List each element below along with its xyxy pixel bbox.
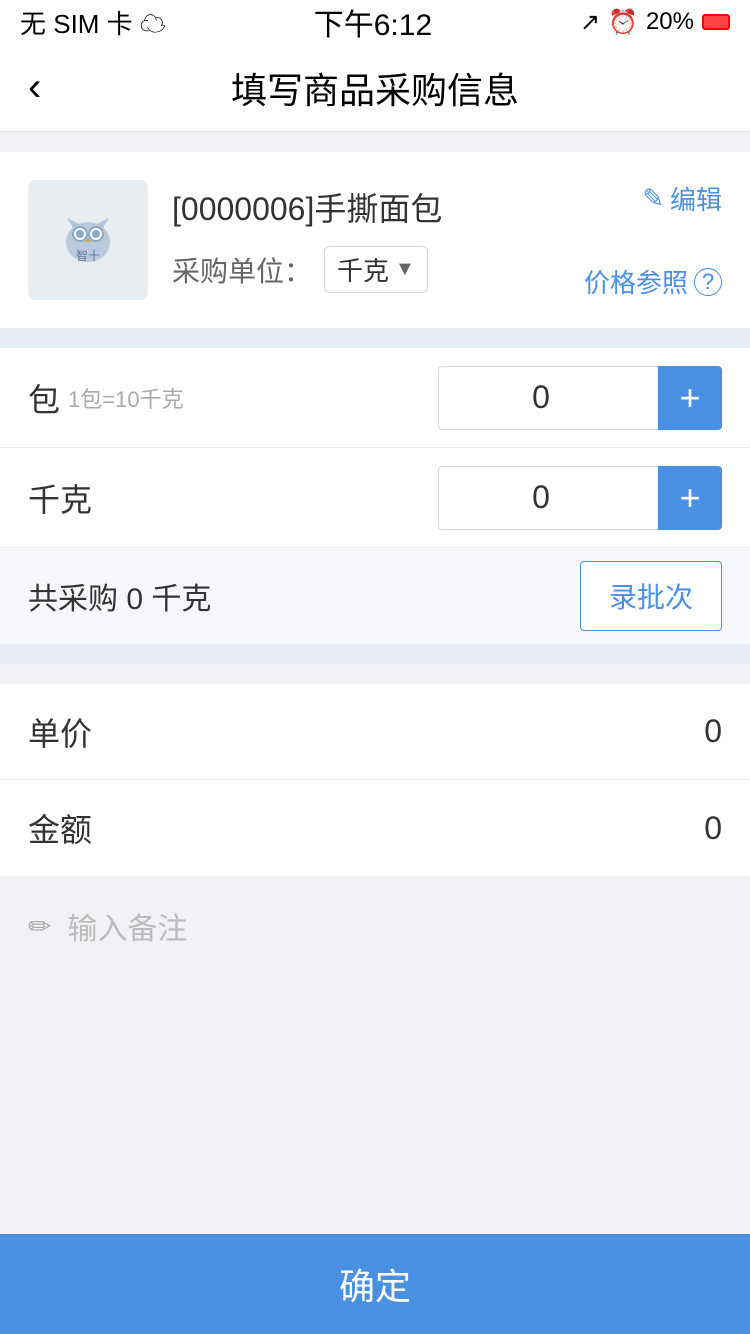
bao-label: 包 xyxy=(28,375,60,421)
location-icon: ↗ xyxy=(580,8,600,37)
battery-percent: 20% xyxy=(646,8,694,36)
battery-icon xyxy=(702,14,730,30)
confirm-label: 确定 xyxy=(339,1258,411,1310)
amount-label: 金额 xyxy=(28,805,92,851)
sim-status: 无 SIM 卡 ☁ xyxy=(20,4,166,41)
note-section: ✏ 输入备注 xyxy=(0,876,750,1176)
price-section: 单价 0 金额 0 xyxy=(0,684,750,876)
unit-price-value: 0 xyxy=(704,713,722,750)
kg-label: 千克 xyxy=(28,475,92,521)
nav-bar: ‹ 填写商品采购信息 xyxy=(0,44,750,132)
bao-input-row: 包 1包=10千克 + xyxy=(0,348,750,448)
alarm-icon: ⏰ xyxy=(608,8,638,37)
unit-label: 采购单位： xyxy=(172,250,312,290)
product-name: [0000006]手撕面包 xyxy=(172,184,722,230)
kg-input-row: 千克 + xyxy=(0,448,750,548)
batch-button[interactable]: 录批次 xyxy=(580,561,722,631)
product-image: 智十 xyxy=(28,180,148,300)
note-placeholder: 输入备注 xyxy=(67,904,187,948)
kg-input-controls: + xyxy=(438,466,722,530)
svg-text:智十: 智十 xyxy=(76,248,100,263)
edit-label: 编辑 xyxy=(670,180,722,217)
edit-button[interactable]: ✎ 编辑 xyxy=(642,180,722,217)
unit-select[interactable]: 千克 ▼ xyxy=(324,246,428,293)
status-left: 无 SIM 卡 ☁ xyxy=(20,4,166,41)
unit-value: 千克 xyxy=(337,251,389,288)
help-icon: ? xyxy=(694,268,722,296)
price-ref-label: 价格参照 xyxy=(584,263,688,300)
chevron-down-icon: ▼ xyxy=(395,258,415,281)
note-input-area[interactable]: ✏ 输入备注 xyxy=(28,904,722,948)
kg-plus-button[interactable]: + xyxy=(658,466,722,530)
unit-price-row: 单价 0 xyxy=(0,684,750,780)
kg-input[interactable] xyxy=(438,466,658,530)
amount-row: 金额 0 xyxy=(0,780,750,876)
page-title: 填写商品采购信息 xyxy=(231,62,519,114)
summary-text: 共采购 0 千克 xyxy=(28,574,211,618)
back-arrow-icon: ‹ xyxy=(28,65,41,110)
confirm-button[interactable]: 确定 xyxy=(0,1234,750,1334)
product-card: 智十 [0000006]手撕面包 采购单位： 千克 ▼ ✎ 编辑 价格参照 ? xyxy=(0,152,750,328)
summary-row: 共采购 0 千克 录批次 xyxy=(0,548,750,644)
edit-icon: ✎ xyxy=(642,183,664,214)
unit-price-label: 单价 xyxy=(28,709,92,755)
product-logo-icon: 智十 xyxy=(53,210,123,265)
bao-sub-label: 1包=10千克 xyxy=(68,382,184,414)
pencil-icon: ✏ xyxy=(28,910,51,943)
bao-input[interactable] xyxy=(438,366,658,430)
status-time: 下午6:12 xyxy=(314,0,432,44)
price-ref-button[interactable]: 价格参照 ? xyxy=(584,263,722,300)
status-bar: 无 SIM 卡 ☁ 下午6:12 ↗ ⏰ 20% xyxy=(0,0,750,44)
status-right: ↗ ⏰ 20% xyxy=(580,8,730,37)
bao-plus-button[interactable]: + xyxy=(658,366,722,430)
bao-input-controls: + xyxy=(438,366,722,430)
back-button[interactable]: ‹ xyxy=(28,65,41,110)
amount-value: 0 xyxy=(704,810,722,847)
section-divider-2 xyxy=(0,644,750,664)
section-divider-1 xyxy=(0,328,750,348)
bao-input-section: 包 1包=10千克 + 千克 + xyxy=(0,348,750,548)
